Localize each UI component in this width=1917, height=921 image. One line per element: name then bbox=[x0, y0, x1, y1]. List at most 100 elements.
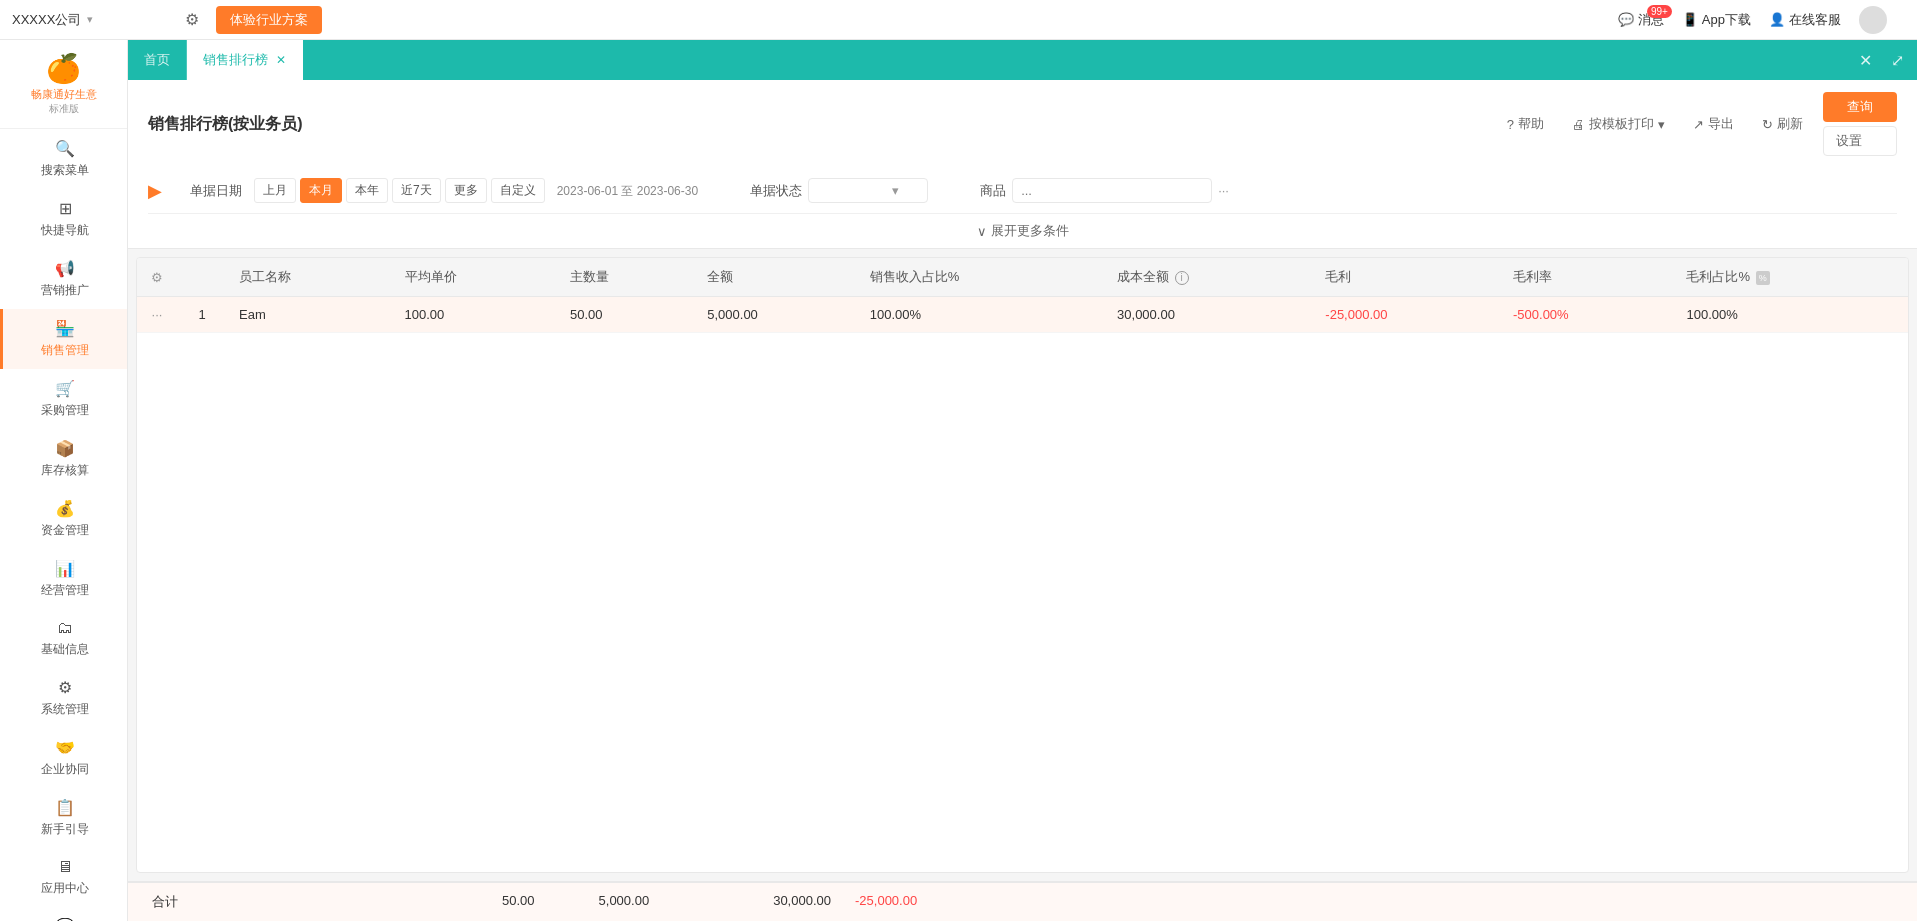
row-quantity: 50.00 bbox=[558, 297, 695, 333]
print-icon: 🖨 bbox=[1572, 117, 1585, 132]
footer-label: 合计 bbox=[140, 893, 190, 911]
page-title-row: 销售排行榜(按业务员) ? 帮助 🖨 按模板打印 ▾ ↗ bbox=[148, 92, 1897, 156]
col-header-quantity: 主数量 bbox=[558, 258, 695, 297]
sidebar-label-operations: 经营管理 bbox=[41, 582, 89, 599]
row-name: Eam bbox=[227, 297, 393, 333]
help-icon: ? bbox=[1507, 117, 1514, 132]
print-button[interactable]: 🖨 按模板打印 ▾ bbox=[1564, 111, 1673, 137]
operations-icon: 📊 bbox=[55, 559, 75, 578]
logo-text: 畅康通好生意 bbox=[31, 87, 97, 102]
shortcut-icon: ⊞ bbox=[59, 199, 72, 218]
goods-input[interactable] bbox=[1012, 178, 1212, 203]
app-icon: 📱 bbox=[1682, 12, 1698, 27]
expand-icon: ∨ bbox=[977, 224, 987, 239]
footer-spacer3 bbox=[661, 893, 761, 911]
sidebar-item-purchase[interactable]: 🛒 采购管理 bbox=[0, 369, 127, 429]
cost-info-icon[interactable]: i bbox=[1175, 271, 1189, 285]
sidebar-item-appstore[interactable]: 🖥 应用中心 bbox=[0, 848, 127, 907]
company-settings-icon[interactable]: ⚙ bbox=[178, 6, 206, 34]
filter-toggle-btn[interactable]: ▶ bbox=[148, 180, 162, 202]
row-gross-ratio: 100.00% bbox=[1674, 297, 1908, 333]
print-dropdown-icon: ▾ bbox=[1658, 117, 1665, 132]
data-table: ⚙ 员工名称 平均单价 主数量 全额 销售收入占比% 成本全额 i 毛利 bbox=[137, 258, 1908, 333]
sidebar-item-enterprise[interactable]: 🤝 企业协同 bbox=[0, 728, 127, 788]
query-button[interactable]: 查询 bbox=[1823, 92, 1897, 122]
top-header: XXXXX公司 ▾ ⚙ 体验行业方案 💬 消息 99+ 📱 App下载 👤 在线… bbox=[0, 0, 1917, 40]
col-header-settings[interactable]: ⚙ bbox=[137, 258, 177, 297]
filter-last-month[interactable]: 上月 bbox=[254, 178, 296, 203]
tab-actions: ✕ ⤢ bbox=[1853, 40, 1917, 80]
expand-more-row[interactable]: ∨ 展开更多条件 bbox=[148, 213, 1897, 248]
status-label: 单据状态 bbox=[750, 182, 802, 200]
sidebar-item-inventory[interactable]: 📦 库存核算 bbox=[0, 429, 127, 489]
row-cost: 30,000.00 bbox=[1105, 297, 1313, 333]
online-service-button[interactable]: 👤 在线客服 bbox=[1769, 11, 1841, 29]
sidebar-item-marketing[interactable]: 📢 营销推广 bbox=[0, 249, 127, 309]
sidebar-item-wechat[interactable]: 💬 企业微信 bbox=[0, 907, 127, 921]
status-filter: 单据状态 ▾ bbox=[750, 178, 928, 203]
sidebar-label-enterprise: 企业协同 bbox=[41, 761, 89, 778]
row-avg-price: 100.00 bbox=[393, 297, 559, 333]
sidebar-item-basic[interactable]: 🗂 基础信息 bbox=[0, 609, 127, 668]
page-header: 销售排行榜(按业务员) ? 帮助 🖨 按模板打印 ▾ ↗ bbox=[128, 80, 1917, 249]
gross-ratio-icon[interactable]: % bbox=[1756, 271, 1770, 285]
main-layout: 🍊 畅康通好生意 标准版 🔍 搜索菜单 ⊞ 快捷导航 📢 营销推广 🏪 销售管理… bbox=[0, 40, 1917, 921]
sidebar-item-finance[interactable]: 💰 资金管理 bbox=[0, 489, 127, 549]
tab-expand-btn[interactable]: ⤢ bbox=[1885, 48, 1909, 72]
export-button[interactable]: ↗ 导出 bbox=[1685, 111, 1742, 137]
sidebar-item-guide[interactable]: 📋 新手引导 bbox=[0, 788, 127, 848]
col-header-gross: 毛利 bbox=[1313, 258, 1501, 297]
table-footer: 合计 50.00 5,000.00 30,000.00 -25,000.00 bbox=[128, 881, 1917, 921]
page-title: 销售排行榜(按业务员) bbox=[148, 114, 303, 135]
filter-custom[interactable]: 自定义 bbox=[491, 178, 545, 203]
sidebar-item-search[interactable]: 🔍 搜索菜单 bbox=[0, 129, 127, 189]
filter-this-month[interactable]: 本月 bbox=[300, 178, 342, 203]
message-button[interactable]: 💬 消息 99+ bbox=[1618, 11, 1664, 29]
date-filter-label: 单据日期 bbox=[190, 182, 242, 200]
settings-button[interactable]: 设置 bbox=[1823, 126, 1897, 156]
message-icon: 💬 bbox=[1618, 12, 1634, 27]
sidebar-label-system: 系统管理 bbox=[41, 701, 89, 718]
avatar[interactable] bbox=[1859, 6, 1887, 34]
top-right-area: 💬 消息 99+ 📱 App下载 👤 在线客服 bbox=[1618, 6, 1905, 34]
sidebar-label-basic: 基础信息 bbox=[41, 641, 89, 658]
content-area: 首页 销售排行榜 ✕ ✕ ⤢ 销售排行榜(按业务员) ? 帮助 bbox=[128, 40, 1917, 921]
sidebar-item-sales[interactable]: 🏪 销售管理 bbox=[0, 309, 127, 369]
page-actions: ? 帮助 🖨 按模板打印 ▾ ↗ 导出 ↻ bbox=[1499, 92, 1897, 156]
sidebar-item-system[interactable]: ⚙ 系统管理 bbox=[0, 668, 127, 728]
tab-close-icon[interactable]: ✕ bbox=[276, 53, 286, 67]
goods-more-icon[interactable]: ··· bbox=[1218, 183, 1229, 198]
experience-button[interactable]: 体验行业方案 bbox=[216, 6, 322, 34]
sidebar-label-purchase: 采购管理 bbox=[41, 402, 89, 419]
row-settings[interactable]: ··· bbox=[137, 297, 177, 333]
app-download-button[interactable]: 📱 App下载 bbox=[1682, 11, 1751, 29]
refresh-button[interactable]: ↻ 刷新 bbox=[1754, 111, 1811, 137]
tab-home-label: 首页 bbox=[144, 51, 170, 69]
sidebar-item-shortcut[interactable]: ⊞ 快捷导航 bbox=[0, 189, 127, 249]
tab-close-all-btn[interactable]: ✕ bbox=[1853, 48, 1877, 72]
footer-spacer2 bbox=[547, 893, 587, 911]
search-icon: 🔍 bbox=[55, 139, 75, 158]
footer-gross: -25,000.00 bbox=[843, 893, 929, 911]
basic-icon: 🗂 bbox=[57, 619, 73, 637]
row-gross-rate: -500.00% bbox=[1501, 297, 1674, 333]
appstore-icon: 🖥 bbox=[57, 858, 73, 876]
help-button[interactable]: ? 帮助 bbox=[1499, 111, 1552, 137]
guide-icon: 📋 bbox=[55, 798, 75, 817]
message-badge: 99+ bbox=[1647, 5, 1672, 18]
footer-amount: 5,000.00 bbox=[587, 893, 662, 911]
status-select[interactable]: ▾ bbox=[808, 178, 928, 203]
filter-7days[interactable]: 近7天 bbox=[392, 178, 441, 203]
logo-icon: 🍊 bbox=[46, 52, 81, 85]
company-selector[interactable]: XXXXX公司 ▾ bbox=[12, 11, 172, 29]
filter-this-year[interactable]: 本年 bbox=[346, 178, 388, 203]
sidebar-label-inventory: 库存核算 bbox=[41, 462, 89, 479]
table-row: ··· 1 Eam 100.00 50.00 5,000.00 100.00% … bbox=[137, 297, 1908, 333]
refresh-label: 刷新 bbox=[1777, 115, 1803, 133]
sidebar-item-operations[interactable]: 📊 经营管理 bbox=[0, 549, 127, 609]
filter-more[interactable]: 更多 bbox=[445, 178, 487, 203]
tab-home[interactable]: 首页 bbox=[128, 40, 187, 80]
tab-sales-ranking[interactable]: 销售排行榜 ✕ bbox=[187, 40, 303, 80]
sidebar-label-finance: 资金管理 bbox=[41, 522, 89, 539]
sidebar-label-appstore: 应用中心 bbox=[41, 880, 89, 897]
